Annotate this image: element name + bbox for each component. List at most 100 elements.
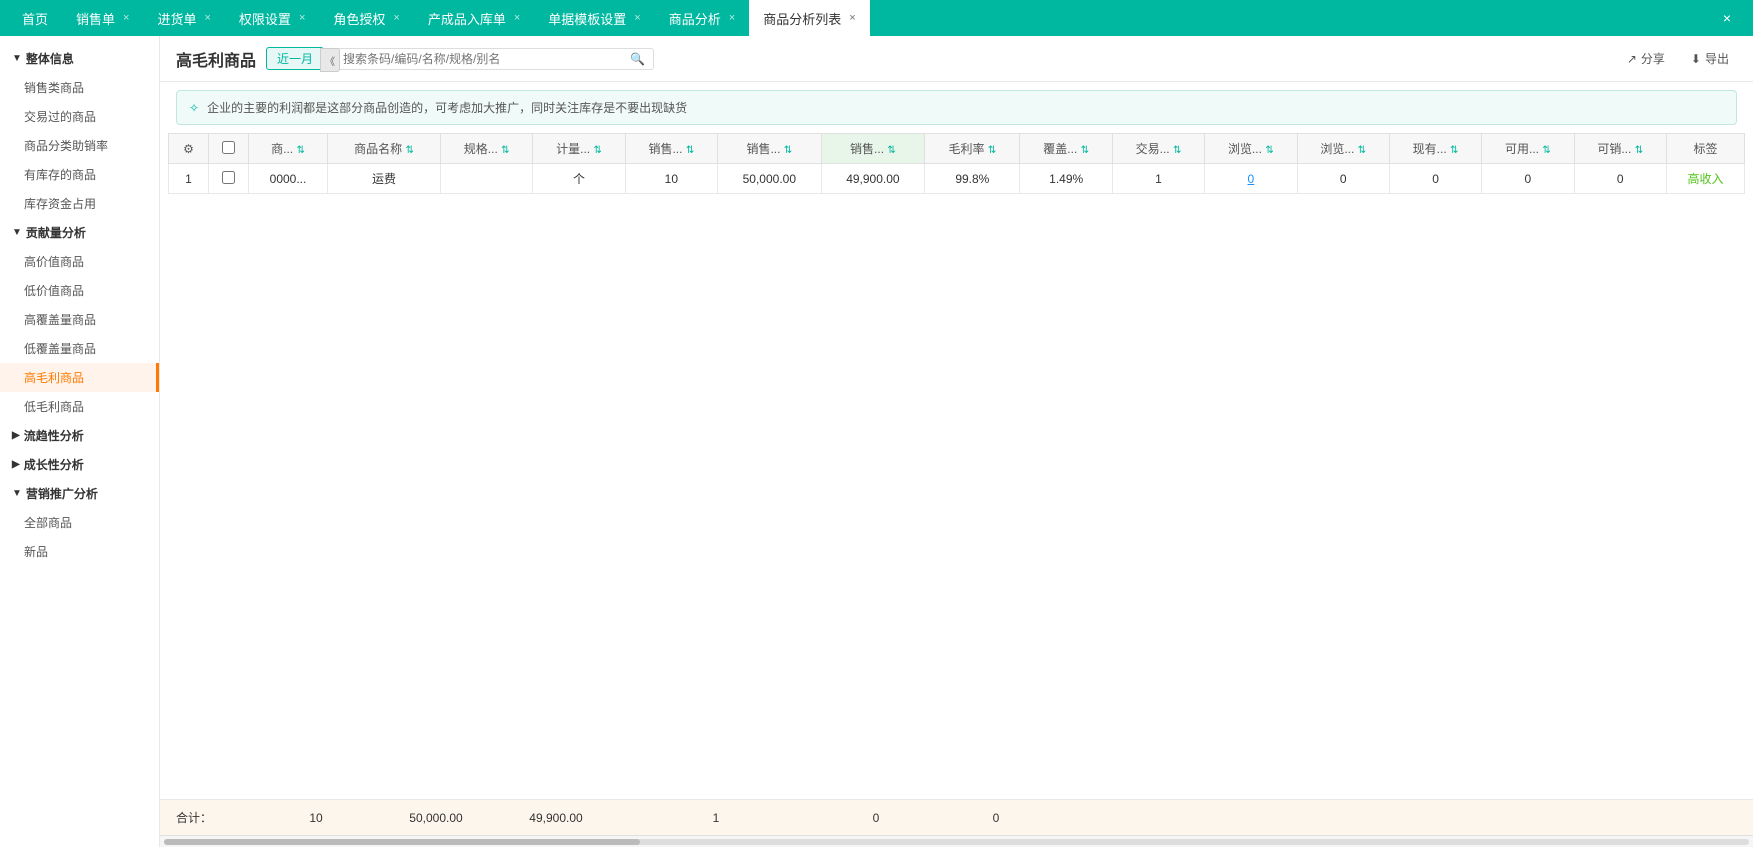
footer-cells: 10 50,000.00 49,900.00 1 0 0 bbox=[256, 811, 1737, 825]
info-text: 企业的主要的利润都是这部分商品创造的，可考虑加大推广，同时关注库存是不要出现缺货 bbox=[207, 99, 687, 116]
sidebar-item-category-rate[interactable]: 商品分类助销率 bbox=[0, 131, 159, 160]
sidebar-group-overview[interactable]: ▼ 整体信息 bbox=[0, 44, 159, 73]
col-spec[interactable]: 规格... ⇅ bbox=[440, 134, 532, 164]
page-title: 高毛利商品 bbox=[176, 47, 256, 71]
col-available[interactable]: 可用... ⇅ bbox=[1482, 134, 1574, 164]
cell-sales-amount: 50,000.00 bbox=[718, 164, 822, 194]
table-header-row: ⚙ 商... ⇅ 商品名称 ⇅ bbox=[169, 134, 1745, 164]
sidebar-item-in-stock[interactable]: 有库存的商品 bbox=[0, 160, 159, 189]
close-icon[interactable]: × bbox=[729, 12, 735, 24]
col-views2[interactable]: 浏览... ⇅ bbox=[1297, 134, 1389, 164]
footer-sales-qty: 10 bbox=[256, 811, 376, 825]
close-icon[interactable]: × bbox=[204, 12, 210, 24]
close-icon[interactable]: × bbox=[634, 12, 640, 24]
scroll-track bbox=[164, 839, 1749, 845]
col-transactions[interactable]: 交易... ⇅ bbox=[1112, 134, 1204, 164]
col-unit[interactable]: 计量... ⇅ bbox=[533, 134, 625, 164]
sidebar-group-marketing[interactable]: ▼ 营销推广分析 bbox=[0, 479, 159, 508]
sort-icon: ⇅ bbox=[988, 145, 996, 156]
product-table: ⚙ 商... ⇅ 商品名称 ⇅ bbox=[168, 133, 1745, 194]
sidebar-collapse-button[interactable]: 《 bbox=[320, 48, 340, 72]
sort-icon: ⇅ bbox=[1542, 145, 1550, 156]
nav-template[interactable]: 单据模板设置 × bbox=[534, 0, 654, 36]
filter-recent-month-button[interactable]: 近一月 bbox=[266, 47, 324, 70]
select-all-checkbox[interactable] bbox=[222, 141, 235, 154]
sidebar-group-contribution[interactable]: ▼ 贡献量分析 bbox=[0, 218, 159, 247]
footer-transactions: 1 bbox=[616, 811, 816, 825]
col-name[interactable]: 商品名称 ⇅ bbox=[328, 134, 441, 164]
sort-icon: ⇅ bbox=[1173, 145, 1181, 156]
cell-checkbox[interactable] bbox=[209, 164, 249, 194]
cell-sales-profit: 49,900.00 bbox=[821, 164, 925, 194]
cell-views1[interactable]: 0 bbox=[1205, 164, 1297, 194]
close-icon[interactable]: × bbox=[123, 12, 129, 24]
nav-sales-order[interactable]: 销售单 × bbox=[62, 0, 143, 36]
sidebar-item-new-goods[interactable]: 新品 bbox=[0, 537, 159, 566]
col-sales-profit[interactable]: 销售... ⇅ bbox=[821, 134, 925, 164]
row-checkbox[interactable] bbox=[222, 171, 235, 184]
export-icon: ⬇ bbox=[1691, 52, 1701, 66]
sort-icon: ⇅ bbox=[1450, 145, 1458, 156]
col-sellable[interactable]: 可销... ⇅ bbox=[1574, 134, 1666, 164]
sidebar: ▼ 整体信息 销售类商品 交易过的商品 商品分类助销率 有库存的商品 库存资金占… bbox=[0, 36, 160, 847]
sidebar-item-low-value[interactable]: 低价值商品 bbox=[0, 276, 159, 305]
cell-tag: 高收入 bbox=[1666, 164, 1744, 194]
scroll-thumb[interactable] bbox=[164, 839, 640, 845]
col-gross-rate[interactable]: 毛利率 ⇅ bbox=[925, 134, 1020, 164]
col-code[interactable]: 商... ⇅ bbox=[249, 134, 328, 164]
sort-icon: ⇅ bbox=[1081, 145, 1089, 156]
sort-icon: ⇅ bbox=[784, 145, 792, 156]
sidebar-item-high-coverage[interactable]: 高覆盖量商品 bbox=[0, 305, 159, 334]
sidebar-item-low-margin[interactable]: 低毛利商品 bbox=[0, 392, 159, 421]
nav-product-stock[interactable]: 产成品入库单 × bbox=[414, 0, 534, 36]
footer-total: 合计： 10 50,000.00 49,900.00 1 0 0 bbox=[160, 799, 1753, 835]
close-icon[interactable]: × bbox=[514, 12, 520, 24]
sidebar-item-high-value[interactable]: 高价值商品 bbox=[0, 247, 159, 276]
sidebar-item-stock-capital[interactable]: 库存资金占用 bbox=[0, 189, 159, 218]
nav-product-analysis-list[interactable]: 商品分析列表 × bbox=[749, 0, 869, 36]
table-container[interactable]: ⚙ 商... ⇅ 商品名称 ⇅ bbox=[160, 133, 1753, 799]
cell-unit: 个 bbox=[533, 164, 625, 194]
close-icon[interactable]: × bbox=[393, 12, 399, 24]
sidebar-group-growth[interactable]: ▶ 成长性分析 bbox=[0, 450, 159, 479]
nav-role-auth[interactable]: 角色授权 × bbox=[319, 0, 413, 36]
col-views1[interactable]: 浏览... ⇅ bbox=[1205, 134, 1297, 164]
window-close-button[interactable]: × bbox=[1709, 0, 1745, 36]
sidebar-item-sales-goods[interactable]: 销售类商品 bbox=[0, 73, 159, 102]
col-stock[interactable]: 现有... ⇅ bbox=[1389, 134, 1481, 164]
arrow-right-icon: ▶ bbox=[12, 459, 20, 470]
info-icon: ✧ bbox=[189, 101, 199, 115]
sidebar-item-low-coverage[interactable]: 低覆盖量商品 bbox=[0, 334, 159, 363]
cell-stock: 0 bbox=[1389, 164, 1481, 194]
sidebar-item-all-goods[interactable]: 全部商品 bbox=[0, 508, 159, 537]
close-icon[interactable]: × bbox=[849, 12, 855, 24]
nav-purchase-order[interactable]: 进货单 × bbox=[143, 0, 224, 36]
export-button[interactable]: ⬇ 导出 bbox=[1683, 46, 1737, 71]
cell-available: 0 bbox=[1482, 164, 1574, 194]
col-sales-amount[interactable]: 销售... ⇅ bbox=[718, 134, 822, 164]
sort-icon: ⇅ bbox=[593, 145, 601, 156]
col-sales-qty[interactable]: 销售... ⇅ bbox=[625, 134, 717, 164]
views1-link[interactable]: 0 bbox=[1248, 172, 1255, 186]
search-icon[interactable]: 🔍 bbox=[630, 52, 645, 66]
footer-available: 0 bbox=[816, 811, 936, 825]
search-input[interactable] bbox=[343, 52, 624, 66]
sidebar-item-traded-goods[interactable]: 交易过的商品 bbox=[0, 102, 159, 131]
nav-product-analysis[interactable]: 商品分析 × bbox=[655, 0, 749, 36]
col-tag: 标签 bbox=[1666, 134, 1744, 164]
content-area: 《 高毛利商品 近一月 🔍 ↗ 分享 ⬇ 导出 ✧ 企业的主要的利润都是这部分商… bbox=[160, 36, 1753, 847]
footer-label: 合计： bbox=[176, 809, 256, 826]
sidebar-item-high-margin[interactable]: 高毛利商品 bbox=[0, 363, 159, 392]
nav-permission[interactable]: 权限设置 × bbox=[225, 0, 319, 36]
search-box[interactable]: 🔍 bbox=[334, 48, 654, 70]
sidebar-group-trend[interactable]: ▶ 流趋性分析 bbox=[0, 421, 159, 450]
col-checkbox[interactable] bbox=[209, 134, 249, 164]
close-icon[interactable]: × bbox=[299, 12, 305, 24]
sort-icon: ⇅ bbox=[1635, 145, 1643, 156]
cell-name: 运费 bbox=[328, 164, 441, 194]
horizontal-scrollbar[interactable] bbox=[160, 835, 1753, 847]
col-coverage[interactable]: 覆盖... ⇅ bbox=[1020, 134, 1112, 164]
col-settings[interactable]: ⚙ bbox=[169, 134, 209, 164]
nav-home[interactable]: 首页 bbox=[8, 0, 62, 36]
share-button[interactable]: ↗ 分享 bbox=[1619, 46, 1673, 71]
